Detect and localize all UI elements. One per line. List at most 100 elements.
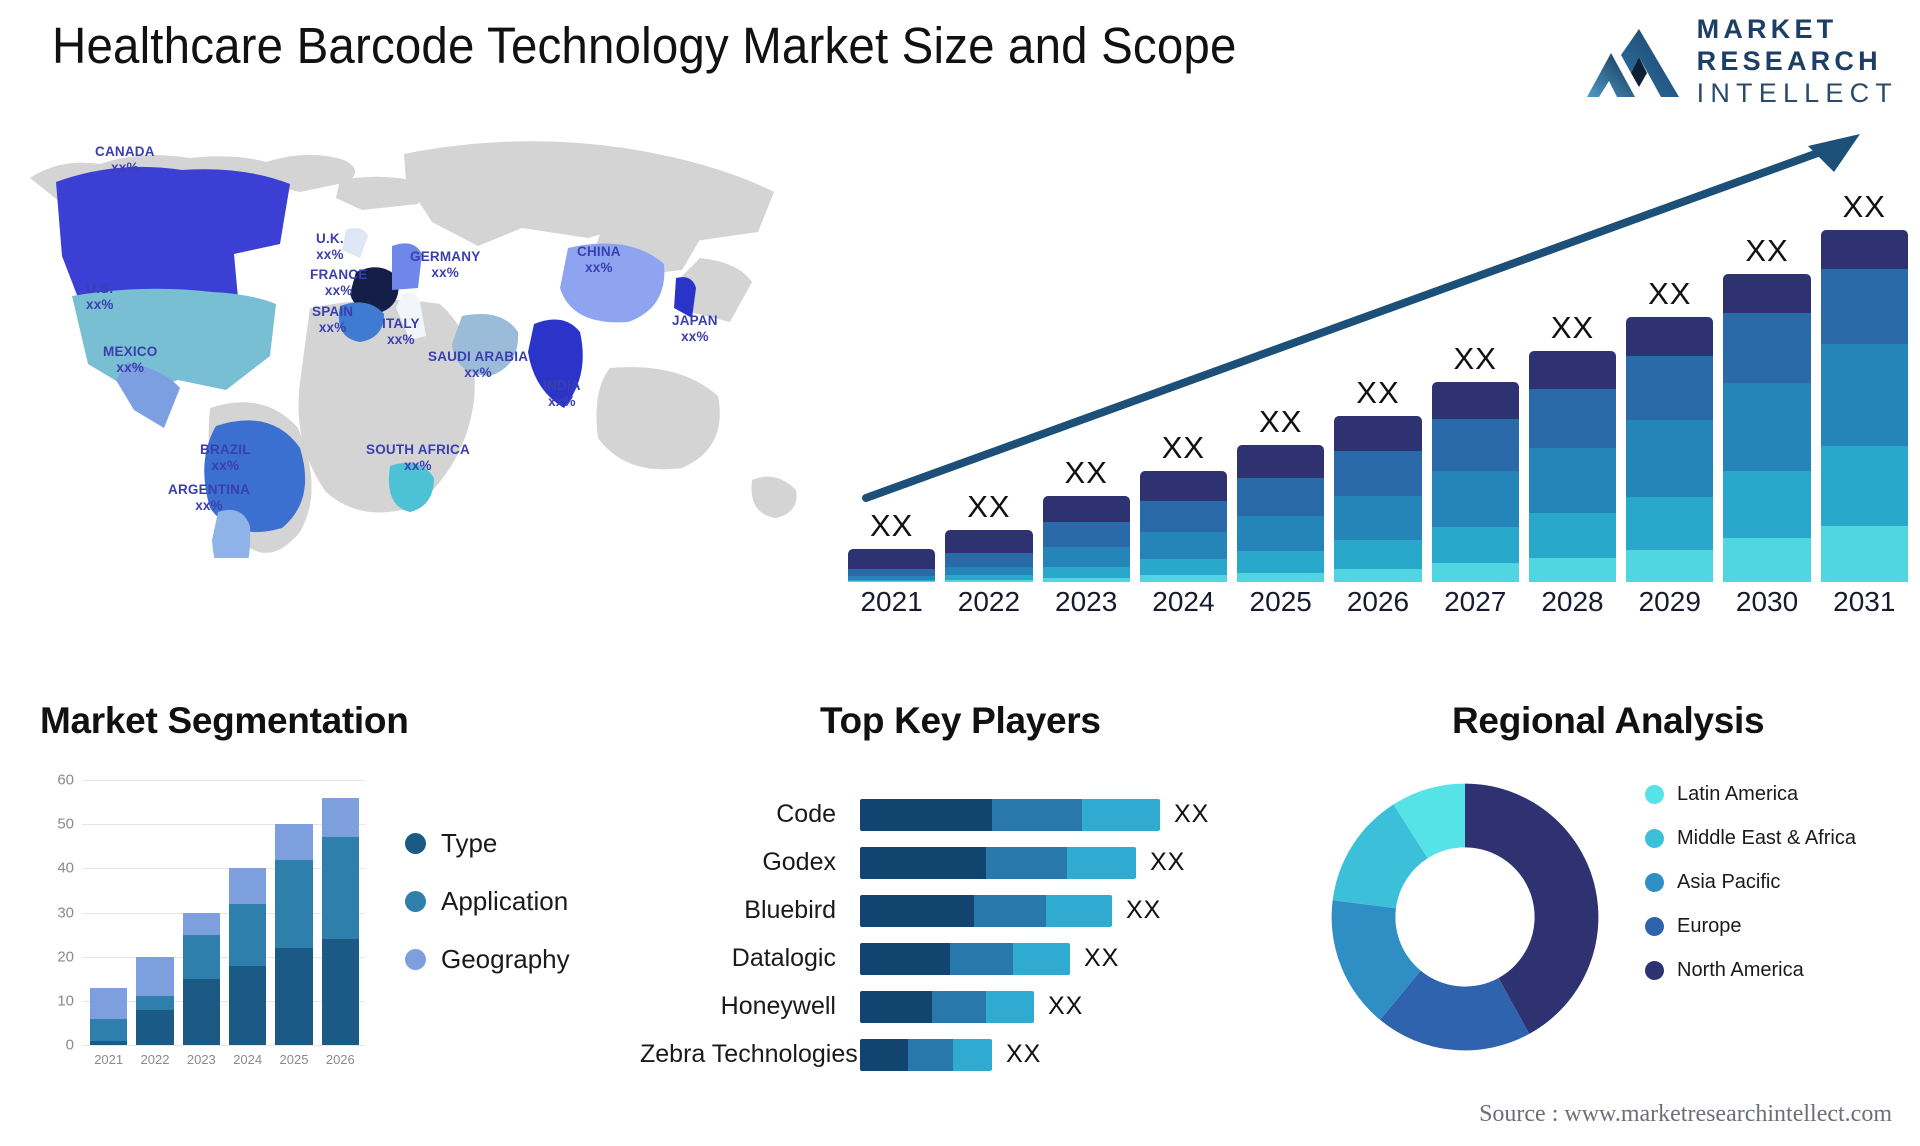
- segmentation-y-tick: 60: [57, 771, 74, 789]
- growth-bar-segment: [1334, 415, 1422, 452]
- growth-bar-stack: [1237, 444, 1325, 582]
- map-label-u-s: U.S. xx%: [86, 281, 114, 313]
- growth-bar-column: XX: [1723, 164, 1811, 582]
- growth-bar-column: XX: [848, 164, 936, 582]
- segmentation-legend-label: Type: [441, 828, 498, 858]
- growth-bar-segment: [1139, 471, 1228, 502]
- map-label-value: xx%: [585, 259, 613, 275]
- map-label-u-k: U.K. xx%: [316, 231, 344, 263]
- growth-bar-value-label: XX: [1064, 454, 1108, 490]
- growth-year-label: 2023: [1055, 586, 1118, 617]
- segmentation-x-label: 2025: [279, 1052, 309, 1067]
- growth-year-label: 2029: [1638, 586, 1701, 617]
- segmentation-legend: Type Application Geography: [405, 828, 570, 1002]
- growth-bar-value-label: XX: [1842, 189, 1886, 224]
- growth-bar-stack: [945, 529, 1033, 582]
- growth-bar-segment: [1723, 382, 1811, 472]
- segmentation-legend-item: Application: [405, 886, 570, 917]
- segmentation-bar-column: [182, 780, 220, 1045]
- map-label-saudi-arabia: SAUDI ARABIA xx%: [428, 349, 528, 381]
- segmentation-x-label: 2024: [233, 1052, 263, 1067]
- segmentation-legend-swatch: [405, 949, 426, 970]
- market-segmentation-heading: Market Segmentation: [40, 700, 409, 741]
- segmentation-legend-label: Application: [441, 886, 569, 916]
- player-bar-segment: [992, 798, 1082, 831]
- growth-year-label: 2027: [1444, 586, 1507, 617]
- segmentation-y-tick: 0: [65, 1036, 74, 1054]
- map-label-name: JAPAN: [672, 313, 718, 328]
- player-name: Code: [776, 800, 836, 828]
- map-label-name: CHINA: [577, 244, 621, 259]
- map-label-value: xx%: [211, 457, 240, 473]
- segmentation-legend-item: Type: [405, 828, 570, 859]
- segmentation-bar-segment: [182, 978, 220, 1045]
- map-label-value: xx%: [464, 364, 492, 380]
- player-bar-segment: [986, 990, 1034, 1023]
- player-bar: [860, 942, 1070, 975]
- map-country-uk: [342, 228, 368, 258]
- infographic-page: Healthcare Barcode Technology Market Siz…: [0, 0, 1920, 1146]
- growth-bar-segment: [1139, 575, 1228, 582]
- growth-bar-column: XX: [1042, 164, 1130, 582]
- growth-bar-segment: [1528, 350, 1617, 390]
- growth-bar-stack: [1626, 317, 1714, 582]
- segmentation-bar-column: [275, 780, 313, 1045]
- segmentation-bar-segment: [90, 1040, 128, 1045]
- growth-bar-segment: [1237, 444, 1325, 478]
- map-label-value: xx%: [316, 246, 344, 262]
- player-bar: [860, 846, 1136, 879]
- growth-bar-column: XX: [1626, 164, 1714, 582]
- player-bar: [860, 1038, 992, 1071]
- map-label-india: INDIA xx%: [543, 378, 581, 410]
- segmentation-bar-segment: [275, 859, 313, 948]
- growth-bar-stack: [1723, 274, 1811, 582]
- growth-bar-value-label: XX: [1356, 374, 1400, 410]
- growth-year-label: 2028: [1541, 586, 1604, 617]
- page-title: Healthcare Barcode Technology Market Siz…: [52, 17, 1237, 74]
- growth-bar-segment: [1723, 274, 1811, 314]
- growth-bar-segment: [945, 579, 1033, 582]
- growth-bar-segment: [1237, 477, 1325, 516]
- player-value-label: XX: [1150, 848, 1186, 876]
- map-label-name: GERMANY: [410, 249, 481, 264]
- growth-bar-segment: [1139, 532, 1228, 559]
- segmentation-bar-segment: [228, 965, 267, 1045]
- growth-bar-segment: [1237, 515, 1325, 552]
- regional-analysis-chart: Latin America Middle East & Africa Asia Pa…: [1300, 760, 1900, 1090]
- segmentation-y-tick: 50: [57, 815, 74, 833]
- map-label-canada: CANADA xx%: [95, 144, 155, 176]
- growth-bar-segment: [1042, 522, 1130, 547]
- growth-bar-segment: [1723, 537, 1811, 582]
- growth-bar-stack: [848, 548, 936, 582]
- player-name: Honeywell: [720, 992, 836, 1020]
- market-research-intellect-mark: [1586, 28, 1679, 97]
- regional-analysis-heading: Regional Analysis: [1452, 700, 1765, 741]
- growth-bar-segment: [1820, 344, 1908, 446]
- growth-bar-segment: [1528, 513, 1617, 558]
- player-bar-segment: [1013, 942, 1070, 975]
- segmentation-bar-segment: [321, 837, 359, 939]
- map-label-value: xx%: [111, 159, 139, 175]
- growth-year-label: 2031: [1833, 586, 1896, 617]
- regional-legend-swatch: [1645, 873, 1664, 892]
- growth-bar-segment: [1042, 546, 1130, 567]
- segmentation-x-label: 2026: [325, 1052, 355, 1067]
- logo-line-3: INTELLECT: [1696, 78, 1898, 108]
- segmentation-bar-segment: [275, 947, 313, 1045]
- growth-bar-stack: [1528, 350, 1617, 582]
- logo-line-2: RESEARCH: [1696, 46, 1882, 76]
- map-label-value: xx%: [86, 296, 114, 312]
- segmentation-y-tick: 30: [57, 904, 74, 921]
- map-label-name: ARGENTINA: [168, 482, 251, 497]
- player-row: Godex XX: [640, 843, 1300, 882]
- growth-bar-stack: [1431, 381, 1519, 582]
- map-label-name: SAUDI ARABIA: [428, 349, 529, 364]
- growth-bar-segment: [848, 568, 936, 577]
- segmentation-y-tick: 20: [57, 948, 74, 966]
- player-name: Bluebird: [744, 896, 836, 924]
- player-value-label: XX: [1006, 1040, 1042, 1068]
- map-label-value: xx%: [387, 331, 415, 347]
- growth-bar-segment: [1723, 313, 1811, 383]
- map-label-argentina: ARGENTINA xx%: [168, 482, 250, 514]
- growth-bar-segment: [1528, 448, 1617, 514]
